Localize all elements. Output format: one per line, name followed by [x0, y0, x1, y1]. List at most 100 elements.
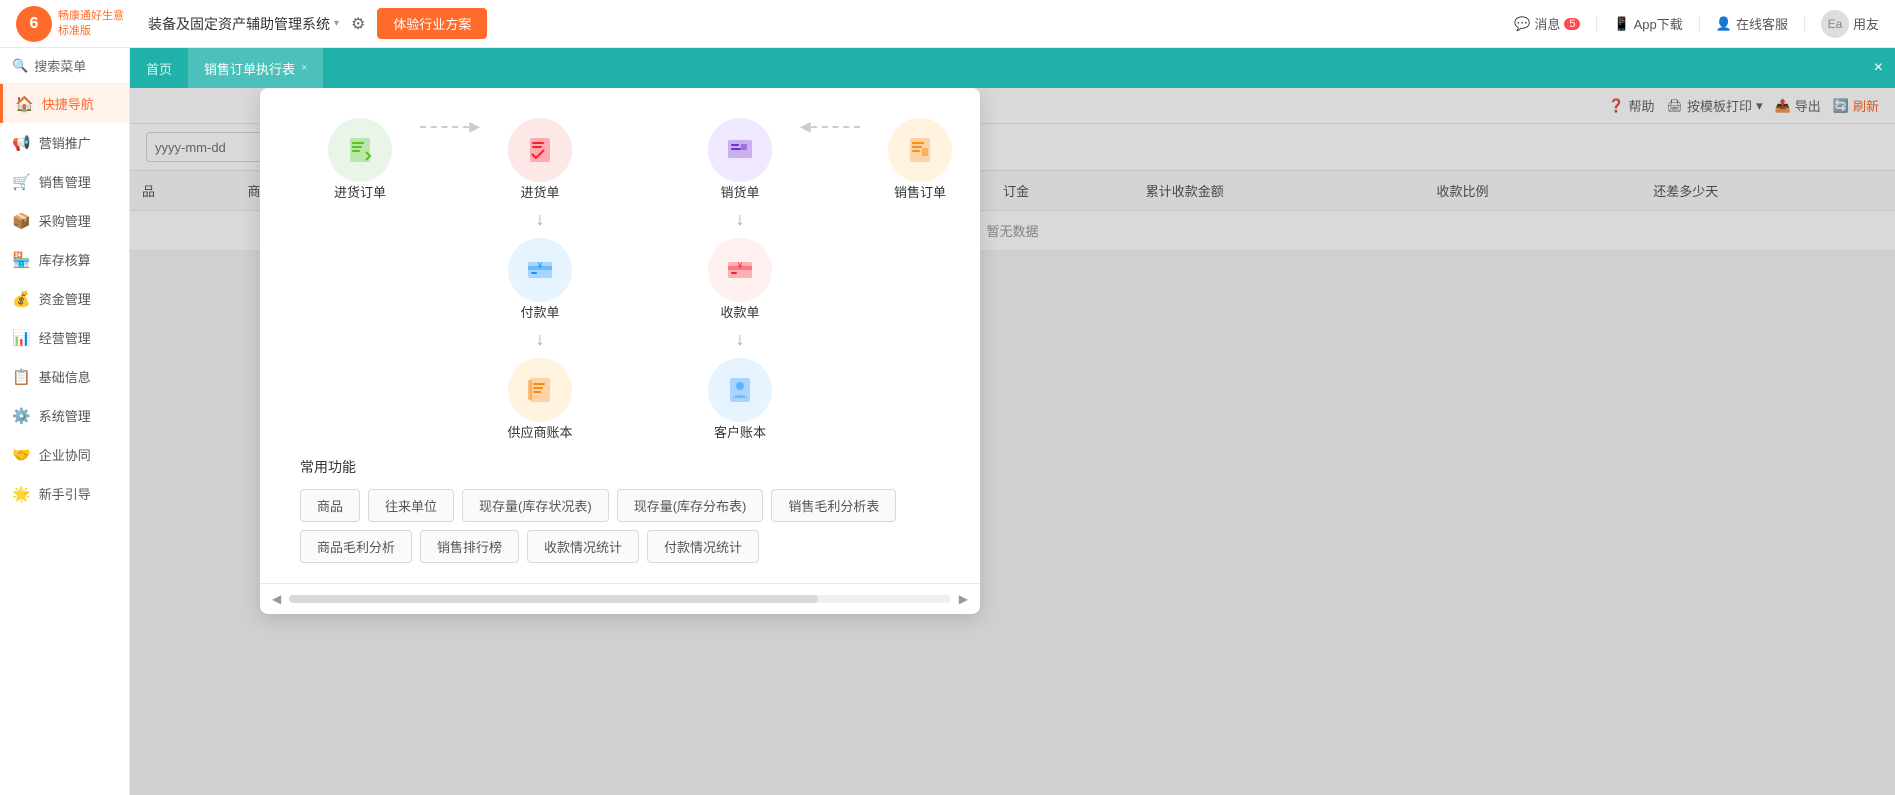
- divider3: [1804, 16, 1805, 32]
- scroll-track[interactable]: [289, 595, 951, 603]
- arrow-row: ↓ ↓: [300, 209, 940, 230]
- down-arrow-purchase: ↓: [480, 209, 600, 230]
- tab-close-icon[interactable]: ×: [301, 62, 307, 74]
- flow-sales-bill[interactable]: 销货单: [680, 118, 800, 201]
- down-arrow-receipt: ↓: [680, 329, 800, 350]
- purchase-icon: 📦: [12, 212, 31, 230]
- message-item[interactable]: 💬 消息 5: [1514, 14, 1580, 33]
- arrow-1: ▶: [420, 118, 480, 167]
- sidebar-item-label: 快捷导航: [42, 94, 94, 113]
- arrow-2: ◀: [800, 118, 860, 167]
- flow-purchase-bill[interactable]: 进货单: [480, 118, 600, 201]
- scroll-thumb: [289, 595, 818, 603]
- modal-overlay: 进货订单 ▶: [130, 88, 1895, 795]
- scroll-right-icon[interactable]: ▶: [959, 592, 968, 606]
- sidebar-item-label: 新手引导: [39, 484, 91, 503]
- sales-bill-icon: [708, 118, 772, 182]
- search-menu[interactable]: 🔍 搜索菜单: [0, 48, 129, 84]
- sales-bill-label: 销货单: [720, 182, 759, 201]
- sidebar-item-sys-mgmt[interactable]: ⚙️ 系统管理: [0, 396, 129, 435]
- receipt-icon: ¥: [708, 238, 772, 302]
- sidebar-item-label: 系统管理: [39, 406, 91, 425]
- sidebar-item-label: 资金管理: [39, 289, 91, 308]
- func-btn-stock-status[interactable]: 现存量(库存状况表): [462, 489, 609, 522]
- flow-row-3: 供应商账本 客户账本: [300, 358, 940, 441]
- tab-home[interactable]: 首页: [130, 48, 188, 88]
- finance-icon: 💰: [12, 290, 31, 308]
- sidebar-item-quick-nav[interactable]: 🏠 快捷导航: [0, 84, 129, 123]
- arrow-row-2: ↓ ↓: [300, 329, 940, 350]
- online-service-item[interactable]: 👤 在线客服: [1716, 14, 1788, 33]
- func-btn-receipt-stats[interactable]: 收款情况统计: [527, 530, 639, 563]
- func-btn-goods[interactable]: 商品: [300, 489, 360, 522]
- svg-text:¥: ¥: [737, 261, 743, 270]
- user-name-label: 用友: [1853, 14, 1879, 33]
- sidebar-item-label: 营销推广: [39, 133, 91, 152]
- scroll-left-icon[interactable]: ◀: [272, 592, 281, 606]
- message-badge: 5: [1564, 18, 1580, 30]
- sales-icon: 🛒: [12, 173, 31, 191]
- sys-mgmt-icon: ⚙️: [12, 407, 31, 425]
- flow-receipt[interactable]: ¥ 收款单: [680, 238, 800, 321]
- customer-ledger-icon: [708, 358, 772, 422]
- sidebar-item-label: 经营管理: [39, 328, 91, 347]
- sidebar-item-finance[interactable]: 💰 资金管理: [0, 279, 129, 318]
- receipt-label: 收款单: [720, 302, 759, 321]
- enterprise-icon: 🤝: [12, 446, 31, 464]
- sidebar-item-newbie[interactable]: 🌟 新手引导: [0, 474, 129, 513]
- flow-payment[interactable]: ¥ 付款单: [480, 238, 600, 321]
- func-btn-contacts[interactable]: 往来单位: [368, 489, 454, 522]
- common-functions: 常用功能 商品 往来单位 现存量(库存状况表) 现存量(库存分布表) 销售毛利分…: [300, 457, 940, 563]
- sys-title: 装备及固定资产辅助管理系统: [148, 14, 330, 34]
- sidebar: 🔍 搜索菜单 🏠 快捷导航 📢 营销推广 🛒 销售管理 📦: [0, 48, 130, 795]
- tab-home-label: 首页: [146, 59, 172, 78]
- purchase-order-label: 进货订单: [334, 182, 386, 201]
- trial-button[interactable]: 体验行业方案: [377, 8, 487, 39]
- search-icon: 🔍: [12, 58, 28, 74]
- flow-purchase-order[interactable]: 进货订单: [300, 118, 420, 201]
- sales-order-label: 销售订单: [894, 182, 946, 201]
- sidebar-nav: 🏠 快捷导航 📢 营销推广 🛒 销售管理 📦 采购管理 🏪 库存核: [0, 84, 129, 795]
- sidebar-item-label: 企业协同: [39, 445, 91, 464]
- sidebar-item-marketing[interactable]: 📢 营销推广: [0, 123, 129, 162]
- sidebar-item-label: 基础信息: [39, 367, 91, 386]
- download-icon: 📱: [1613, 16, 1629, 32]
- sidebar-item-enterprise[interactable]: 🤝 企业协同: [0, 435, 129, 474]
- home-icon: 🏠: [15, 95, 34, 113]
- user-item[interactable]: Ea 用友: [1821, 10, 1879, 38]
- down-arrow-sales: ↓: [680, 209, 800, 230]
- gear-icon[interactable]: ⚙: [351, 14, 365, 34]
- tab-sales-execution[interactable]: 销售订单执行表 ×: [188, 48, 323, 88]
- payment-icon: ¥: [508, 238, 572, 302]
- app-download-item[interactable]: 📱 App下载: [1613, 14, 1682, 33]
- service-icon: 👤: [1716, 16, 1732, 32]
- flow-customer-ledger[interactable]: 客户账本: [680, 358, 800, 441]
- flow-sales-order[interactable]: 销售订单: [860, 118, 980, 201]
- customer-ledger-label: 客户账本: [714, 422, 766, 441]
- supplier-ledger-icon: [508, 358, 572, 422]
- sys-title-dropdown[interactable]: 装备及固定资产辅助管理系统 ▾: [148, 14, 339, 34]
- supplier-ledger-label: 供应商账本: [507, 422, 572, 441]
- func-btn-stock-dist[interactable]: 现存量(库存分布表): [617, 489, 764, 522]
- func-btn-sales-margin[interactable]: 销售毛利分析表: [771, 489, 896, 522]
- sidebar-item-inventory[interactable]: 🏪 库存核算: [0, 240, 129, 279]
- basic-info-icon: 📋: [12, 368, 31, 386]
- divider2: [1699, 16, 1700, 32]
- modal-box: 进货订单 ▶: [260, 88, 980, 614]
- message-icon: 💬: [1514, 16, 1530, 32]
- func-btn-sales-rank[interactable]: 销售排行榜: [420, 530, 519, 563]
- divider: [1596, 16, 1597, 32]
- func-btn-goods-margin[interactable]: 商品毛利分析: [300, 530, 412, 563]
- purchase-order-icon: [328, 118, 392, 182]
- tab-bar: 首页 销售订单执行表 × ×: [130, 48, 1895, 88]
- modal-content: 进货订单 ▶: [260, 88, 980, 583]
- newbie-icon: 🌟: [12, 485, 31, 503]
- flow-supplier-ledger[interactable]: 供应商账本: [480, 358, 600, 441]
- sidebar-item-sales[interactable]: 🛒 销售管理: [0, 162, 129, 201]
- tab-bar-close-icon[interactable]: ×: [1874, 59, 1895, 77]
- func-btn-payment-stats[interactable]: 付款情况统计: [647, 530, 759, 563]
- sidebar-item-basic-info[interactable]: 📋 基础信息: [0, 357, 129, 396]
- sidebar-item-purchase[interactable]: 📦 采购管理: [0, 201, 129, 240]
- online-service-label: 在线客服: [1736, 14, 1788, 33]
- sidebar-item-operations[interactable]: 📊 经营管理: [0, 318, 129, 357]
